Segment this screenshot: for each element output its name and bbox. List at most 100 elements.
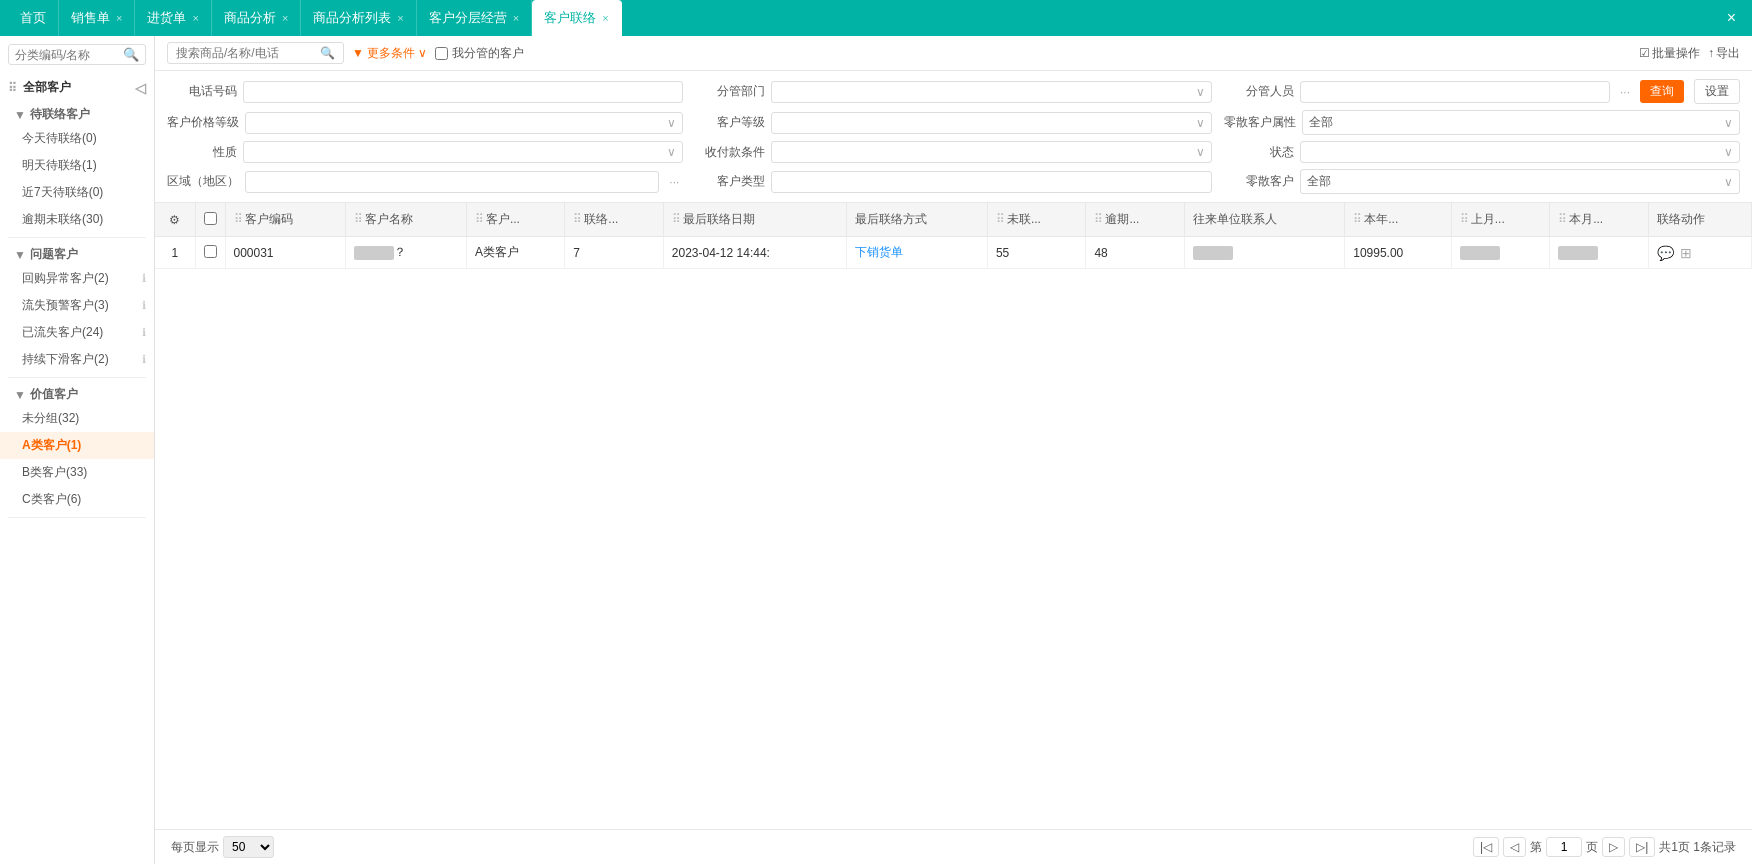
page-input[interactable] <box>1546 837 1582 857</box>
close-tab-icon[interactable]: × <box>192 12 198 24</box>
status-label: 状态 <box>1224 144 1294 161</box>
sidebar-search-icon[interactable]: 🔍 <box>123 47 139 62</box>
sidebar-item[interactable]: B类客户(33) <box>0 459 154 486</box>
per-page-select[interactable]: 50 100 200 <box>223 836 274 858</box>
select-all-checkbox[interactable] <box>204 212 217 225</box>
checkbox-icon: ☑ <box>1639 46 1650 60</box>
close-tab-icon[interactable]: × <box>513 12 519 24</box>
last-method-link[interactable]: 下销货单 <box>855 245 903 259</box>
col-action-header: 联络动作 <box>1648 203 1751 237</box>
sidebar-item[interactable]: A类客户(1) <box>0 432 154 459</box>
filter-row-status: 状态 ∨ <box>1224 141 1740 163</box>
sidebar-search-input[interactable] <box>15 48 123 62</box>
col-unitcontact-header: 往来单位联系人 <box>1184 203 1344 237</box>
qr-icon[interactable]: ⊞ <box>1680 245 1692 261</box>
col-settings[interactable]: ⚙ <box>155 203 195 237</box>
row-checkbox[interactable] <box>204 245 217 258</box>
col-lastdate-header: ⠿最后联络日期 <box>663 203 846 237</box>
export-btn[interactable]: ↑ 导出 <box>1708 45 1740 62</box>
sidebar-item-label: A类客户(1) <box>22 437 81 454</box>
sidebar-item[interactable]: 明天待联络(1) <box>0 152 154 179</box>
filter-search-icon[interactable]: 🔍 <box>320 46 335 60</box>
more-conditions-btn[interactable]: ▼ 更多条件 ∨ <box>352 45 427 62</box>
sidebar-divider <box>8 517 146 518</box>
manager-dots-icon[interactable]: ··· <box>1616 85 1634 99</box>
price-level-select[interactable]: ∨ <box>245 112 683 134</box>
sidebar-groups: ▼待联络客户今天待联络(0)明天待联络(1)近7天待联络(0)逾期未联络(30)… <box>0 102 154 522</box>
region-input[interactable] <box>245 171 659 193</box>
pagination: |◁ ◁ 第 页 ▷ ▷| 共1页 1条记录 <box>1473 837 1736 857</box>
close-tab-icon[interactable]: × <box>397 12 403 24</box>
nature-select[interactable]: ∨ <box>243 141 683 163</box>
region-dots-icon[interactable]: ··· <box>665 175 683 189</box>
sidebar-group-待联络客户[interactable]: ▼待联络客户 <box>0 102 154 125</box>
nav-item-客户分层经营[interactable]: 客户分层经营× <box>417 0 532 36</box>
filter-row-customer-level: 客户等级 ∨ <box>695 110 1211 135</box>
all-customers-header[interactable]: ⠿ 全部客户 ◁ <box>0 73 154 102</box>
col-code-header: ⠿客户编码 <box>225 203 346 237</box>
bottom-bar: 每页显示 50 100 200 |◁ ◁ 第 页 ▷ ▷| 共1页 1条记录 <box>155 829 1752 864</box>
filter-search-input[interactable] <box>176 46 316 60</box>
sidebar-group-问题客户[interactable]: ▼问题客户 <box>0 242 154 265</box>
retail-attr-select[interactable]: 全部 ∨ <box>1302 110 1740 135</box>
sidebar-item[interactable]: 今天待联络(0) <box>0 125 154 152</box>
sidebar-item[interactable]: 已流失客户(24)ℹ <box>0 319 154 346</box>
region-label: 区域（地区） <box>167 173 239 190</box>
cell-num: 1 <box>155 237 195 269</box>
my-customers-filter[interactable]: 我分管的客户 <box>435 45 524 62</box>
nav-item-商品分析[interactable]: 商品分析× <box>212 0 301 36</box>
info-icon: ℹ <box>142 299 146 312</box>
close-tab-icon[interactable]: × <box>116 12 122 24</box>
content-area: 🔍 ▼ 更多条件 ∨ 我分管的客户 ☑ 批量操作 ↑ 导出 <box>155 36 1752 864</box>
customer-level-select[interactable]: ∨ <box>771 112 1211 134</box>
close-all-tabs[interactable]: × <box>1719 9 1744 27</box>
nav-item-销售单[interactable]: 销售单× <box>59 0 135 36</box>
col-thismonth-header: ⠿本月... <box>1550 203 1648 237</box>
status-select[interactable]: ∨ <box>1300 141 1740 163</box>
nav-item-进货单[interactable]: 进货单× <box>135 0 211 36</box>
first-page-btn[interactable]: |◁ <box>1473 837 1499 857</box>
last-page-btn[interactable]: ▷| <box>1629 837 1655 857</box>
sidebar-item[interactable]: 逾期未联络(30) <box>0 206 154 233</box>
payment-select[interactable]: ∨ <box>771 141 1211 163</box>
batch-ops-label: 批量操作 <box>1652 45 1700 62</box>
price-level-chevron-icon: ∨ <box>667 116 676 130</box>
my-customers-label: 我分管的客户 <box>452 45 524 62</box>
cell-contact: 7 <box>565 237 663 269</box>
cell-this-month <box>1550 237 1648 269</box>
close-tab-icon[interactable]: × <box>282 12 288 24</box>
retail-value: 全部 <box>1307 173 1331 190</box>
prev-page-btn[interactable]: ◁ <box>1503 837 1526 857</box>
dept-chevron-icon: ∨ <box>1196 85 1205 99</box>
next-page-btn[interactable]: ▷ <box>1602 837 1625 857</box>
query-btn[interactable]: 查询 <box>1640 80 1684 103</box>
sidebar-item[interactable]: 未分组(32) <box>0 405 154 432</box>
info-icon: ℹ <box>142 326 146 339</box>
close-tab-icon[interactable]: × <box>602 12 608 24</box>
nav-item-首页[interactable]: 首页 <box>8 0 59 36</box>
nav-item-客户联络[interactable]: 客户联络× <box>532 0 621 36</box>
cell-overdue: 48 <box>1086 237 1184 269</box>
customer-type-input[interactable] <box>771 171 1211 193</box>
collapse-icon[interactable]: ◁ <box>135 80 146 96</box>
phone-input[interactable] <box>243 81 683 103</box>
group-arrow-icon: ▼ <box>14 388 26 402</box>
batch-ops-btn[interactable]: ☑ 批量操作 <box>1639 45 1700 62</box>
page-size-container: 每页显示 50 100 200 <box>171 836 274 858</box>
sidebar-item[interactable]: C类客户(6) <box>0 486 154 513</box>
settings-btn[interactable]: 设置 <box>1694 79 1740 104</box>
nav-item-商品分析列表[interactable]: 商品分析列表× <box>301 0 416 36</box>
sidebar-item[interactable]: 流失预警客户(3)ℹ <box>0 292 154 319</box>
sidebar-item[interactable]: 持续下滑客户(2)ℹ <box>0 346 154 373</box>
sidebar-item[interactable]: 近7天待联络(0) <box>0 179 154 206</box>
retail-label: 零散客户 <box>1224 173 1294 190</box>
my-customers-checkbox[interactable] <box>435 47 448 60</box>
dept-select[interactable]: ∨ <box>771 81 1211 103</box>
chat-icon[interactable]: 💬 <box>1657 245 1674 261</box>
retail-attr-label: 零散客户属性 <box>1224 114 1296 131</box>
retail-select[interactable]: 全部 ∨ <box>1300 169 1740 194</box>
sidebar-group-价值客户[interactable]: ▼价值客户 <box>0 382 154 405</box>
manager-input[interactable] <box>1300 81 1610 103</box>
sidebar-item[interactable]: 回购异常客户(2)ℹ <box>0 265 154 292</box>
filter-row-retail: 零散客户 全部 ∨ <box>1224 169 1740 194</box>
